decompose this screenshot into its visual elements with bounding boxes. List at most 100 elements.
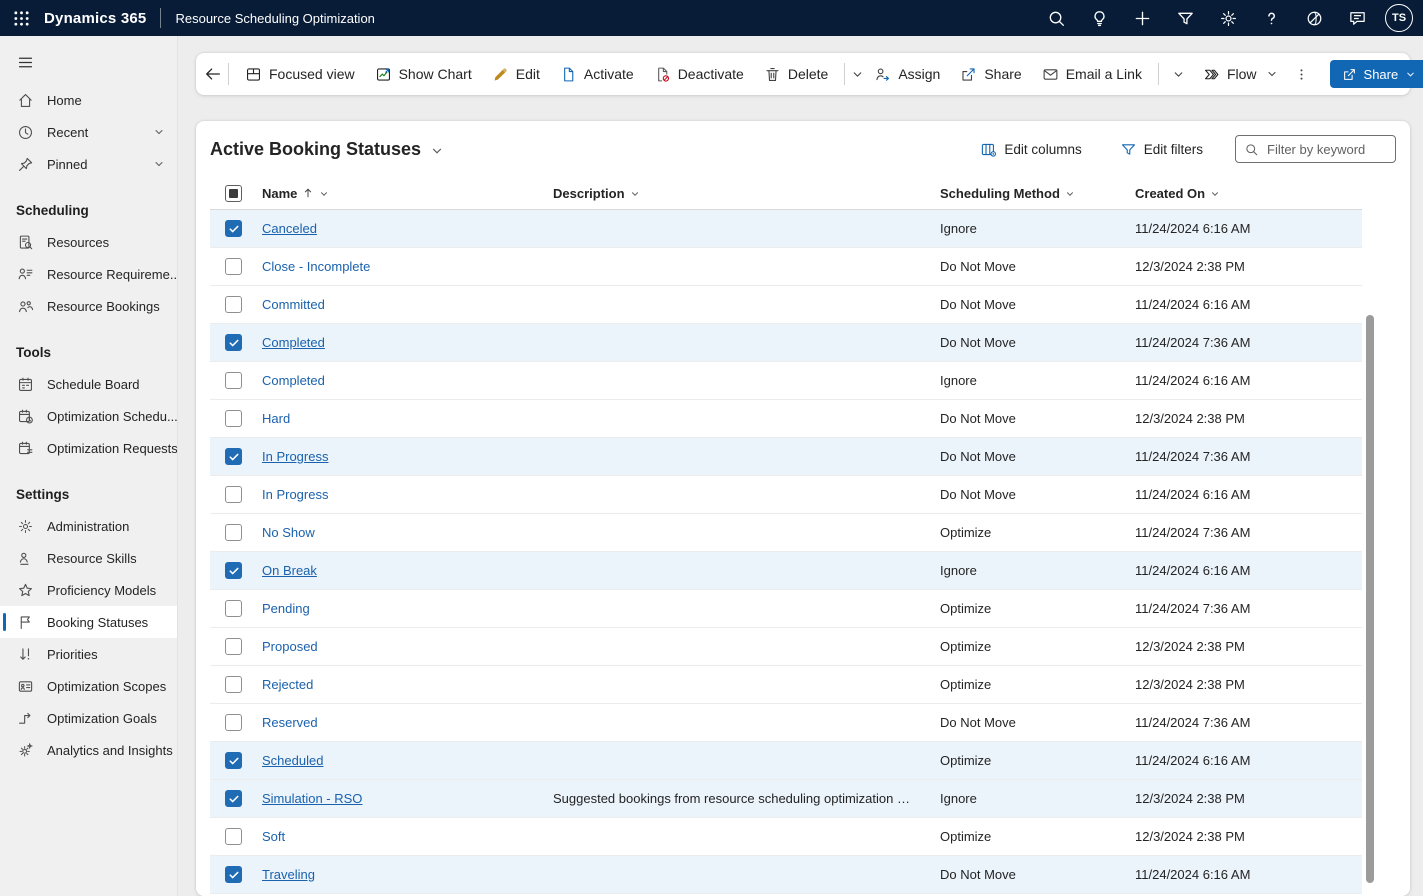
row-name-link[interactable]: On Break: [262, 563, 317, 578]
sidebar-item-proficiency-models[interactable]: Proficiency Models: [0, 574, 177, 606]
row-name-link[interactable]: Soft: [262, 829, 285, 844]
view-selector[interactable]: Active Booking Statuses: [210, 139, 444, 160]
overflow-menu-icon[interactable]: [1288, 58, 1316, 90]
chevron-down-icon[interactable]: [153, 126, 165, 138]
edit-columns-button[interactable]: Edit columns: [974, 140, 1087, 159]
delete-button[interactable]: Delete: [754, 58, 838, 90]
row-checkbox[interactable]: [225, 790, 242, 807]
assign-button[interactable]: Assign: [864, 58, 950, 90]
table-row[interactable]: In Progress Do Not Move 11/24/2024 7:36 …: [210, 438, 1362, 476]
chevron-down-icon[interactable]: [153, 158, 165, 170]
share-command-button[interactable]: Share: [950, 58, 1031, 90]
back-button[interactable]: [204, 58, 222, 90]
row-checkbox[interactable]: [225, 448, 242, 465]
row-name-link[interactable]: No Show: [262, 525, 315, 540]
row-checkbox[interactable]: [225, 220, 242, 237]
table-row[interactable]: Completed Do Not Move 11/24/2024 7:36 AM: [210, 324, 1362, 362]
row-name-link[interactable]: Close - Incomplete: [262, 259, 370, 274]
sidebar-item-priorities[interactable]: Priorities: [0, 638, 177, 670]
show-chart-button[interactable]: Show Chart: [365, 58, 482, 90]
edit-button[interactable]: Edit: [482, 58, 550, 90]
flow-button[interactable]: Flow: [1193, 58, 1288, 90]
table-row[interactable]: Hard Do Not Move 12/3/2024 2:38 PM: [210, 400, 1362, 438]
row-checkbox[interactable]: [225, 258, 242, 275]
table-row[interactable]: In Progress Do Not Move 11/24/2024 6:16 …: [210, 476, 1362, 514]
sidebar-item-recent[interactable]: Recent: [0, 116, 177, 148]
row-checkbox[interactable]: [225, 524, 242, 541]
row-name-link[interactable]: Reserved: [262, 715, 318, 730]
row-name-link[interactable]: Completed: [262, 335, 325, 350]
row-checkbox[interactable]: [225, 866, 242, 883]
row-name-link[interactable]: Proposed: [262, 639, 318, 654]
sidebar-item-resource-bookings[interactable]: Resource Bookings: [0, 290, 177, 322]
sidebar-item-schedule-board[interactable]: Schedule Board: [0, 368, 177, 400]
row-name-link[interactable]: Committed: [262, 297, 325, 312]
sidebar-item-pinned[interactable]: Pinned: [0, 148, 177, 180]
table-row[interactable]: Close - Incomplete Do Not Move 12/3/2024…: [210, 248, 1362, 286]
select-all-checkbox[interactable]: [225, 184, 242, 202]
focused-view-button[interactable]: Focused view: [235, 58, 365, 90]
sidebar-item-analytics-insights[interactable]: Analytics and Insights: [0, 734, 177, 766]
plus-icon[interactable]: [1121, 0, 1164, 36]
row-checkbox[interactable]: [225, 752, 242, 769]
sidebar-item-administration[interactable]: Administration: [0, 510, 177, 542]
chevron-down-icon[interactable]: [630, 189, 640, 199]
sidebar-item-resource-requirements[interactable]: Resource Requireme...: [0, 258, 177, 290]
chevron-down-icon[interactable]: [1210, 189, 1220, 199]
table-row[interactable]: Simulation - RSO Suggested bookings from…: [210, 780, 1362, 818]
table-row[interactable]: Rejected Optimize 12/3/2024 2:38 PM: [210, 666, 1362, 704]
vertical-scrollbar[interactable]: [1366, 315, 1374, 883]
table-row[interactable]: Reserved Do Not Move 11/24/2024 7:36 AM: [210, 704, 1362, 742]
sidebar-item-optimization-scopes[interactable]: Optimization Scopes: [0, 670, 177, 702]
chevron-down-icon[interactable]: [1065, 189, 1075, 199]
sidebar-item-resources[interactable]: Resources: [0, 226, 177, 258]
filter-icon[interactable]: [1164, 0, 1207, 36]
row-checkbox[interactable]: [225, 296, 242, 313]
row-checkbox[interactable]: [225, 486, 242, 503]
sidebar-item-booking-statuses[interactable]: Booking Statuses: [0, 606, 177, 638]
keyword-filter-input[interactable]: [1265, 140, 1387, 158]
row-name-link[interactable]: Simulation - RSO: [262, 791, 362, 806]
row-checkbox[interactable]: [225, 676, 242, 693]
search-icon[interactable]: [1035, 0, 1078, 36]
table-row[interactable]: Committed Do Not Move 11/24/2024 6:16 AM: [210, 286, 1362, 324]
share-primary-button[interactable]: Share: [1329, 60, 1423, 88]
app-title[interactable]: Resource Scheduling Optimization: [175, 11, 374, 26]
sidebar-item-optimization-schedules[interactable]: Optimization Schedu...: [0, 400, 177, 432]
chevron-down-icon[interactable]: [319, 189, 329, 199]
row-checkbox[interactable]: [225, 372, 242, 389]
waffle-icon[interactable]: [0, 0, 42, 36]
table-row[interactable]: Pending Optimize 11/24/2024 7:36 AM: [210, 590, 1362, 628]
activate-button[interactable]: Activate: [550, 58, 644, 90]
avatar[interactable]: TS: [1385, 4, 1413, 32]
more-commands-chevron[interactable]: [851, 58, 864, 90]
row-checkbox[interactable]: [225, 600, 242, 617]
row-checkbox[interactable]: [225, 828, 242, 845]
column-header-name[interactable]: Name: [262, 186, 553, 201]
table-row[interactable]: Traveling Do Not Move 11/24/2024 6:16 AM: [210, 856, 1362, 894]
column-header-created-on[interactable]: Created On: [1135, 186, 1362, 201]
row-name-link[interactable]: Pending: [262, 601, 310, 616]
gear-icon[interactable]: [1207, 0, 1250, 36]
brand-title[interactable]: Dynamics 365: [44, 10, 146, 27]
more-share-chevron[interactable]: [1165, 58, 1193, 90]
lightbulb-icon[interactable]: [1078, 0, 1121, 36]
sidebar-item-home[interactable]: Home: [0, 84, 177, 116]
power-platform-icon[interactable]: [1293, 0, 1336, 36]
row-name-link[interactable]: Rejected: [262, 677, 313, 692]
chevron-down-icon[interactable]: [430, 144, 444, 158]
deactivate-button[interactable]: Deactivate: [644, 58, 754, 90]
row-name-link[interactable]: Scheduled: [262, 753, 323, 768]
row-checkbox[interactable]: [225, 714, 242, 731]
row-name-link[interactable]: In Progress: [262, 487, 328, 502]
row-name-link[interactable]: Traveling: [262, 867, 315, 882]
row-checkbox[interactable]: [225, 638, 242, 655]
table-row[interactable]: Proposed Optimize 12/3/2024 2:38 PM: [210, 628, 1362, 666]
email-link-button[interactable]: Email a Link: [1032, 58, 1152, 90]
row-name-link[interactable]: Hard: [262, 411, 290, 426]
column-header-scheduling-method[interactable]: Scheduling Method: [940, 186, 1135, 201]
sidebar-item-resource-skills[interactable]: Resource Skills: [0, 542, 177, 574]
hamburger-menu-icon[interactable]: [0, 46, 177, 78]
column-header-description[interactable]: Description: [553, 186, 940, 201]
sidebar-item-optimization-requests[interactable]: Optimization Requests: [0, 432, 177, 464]
